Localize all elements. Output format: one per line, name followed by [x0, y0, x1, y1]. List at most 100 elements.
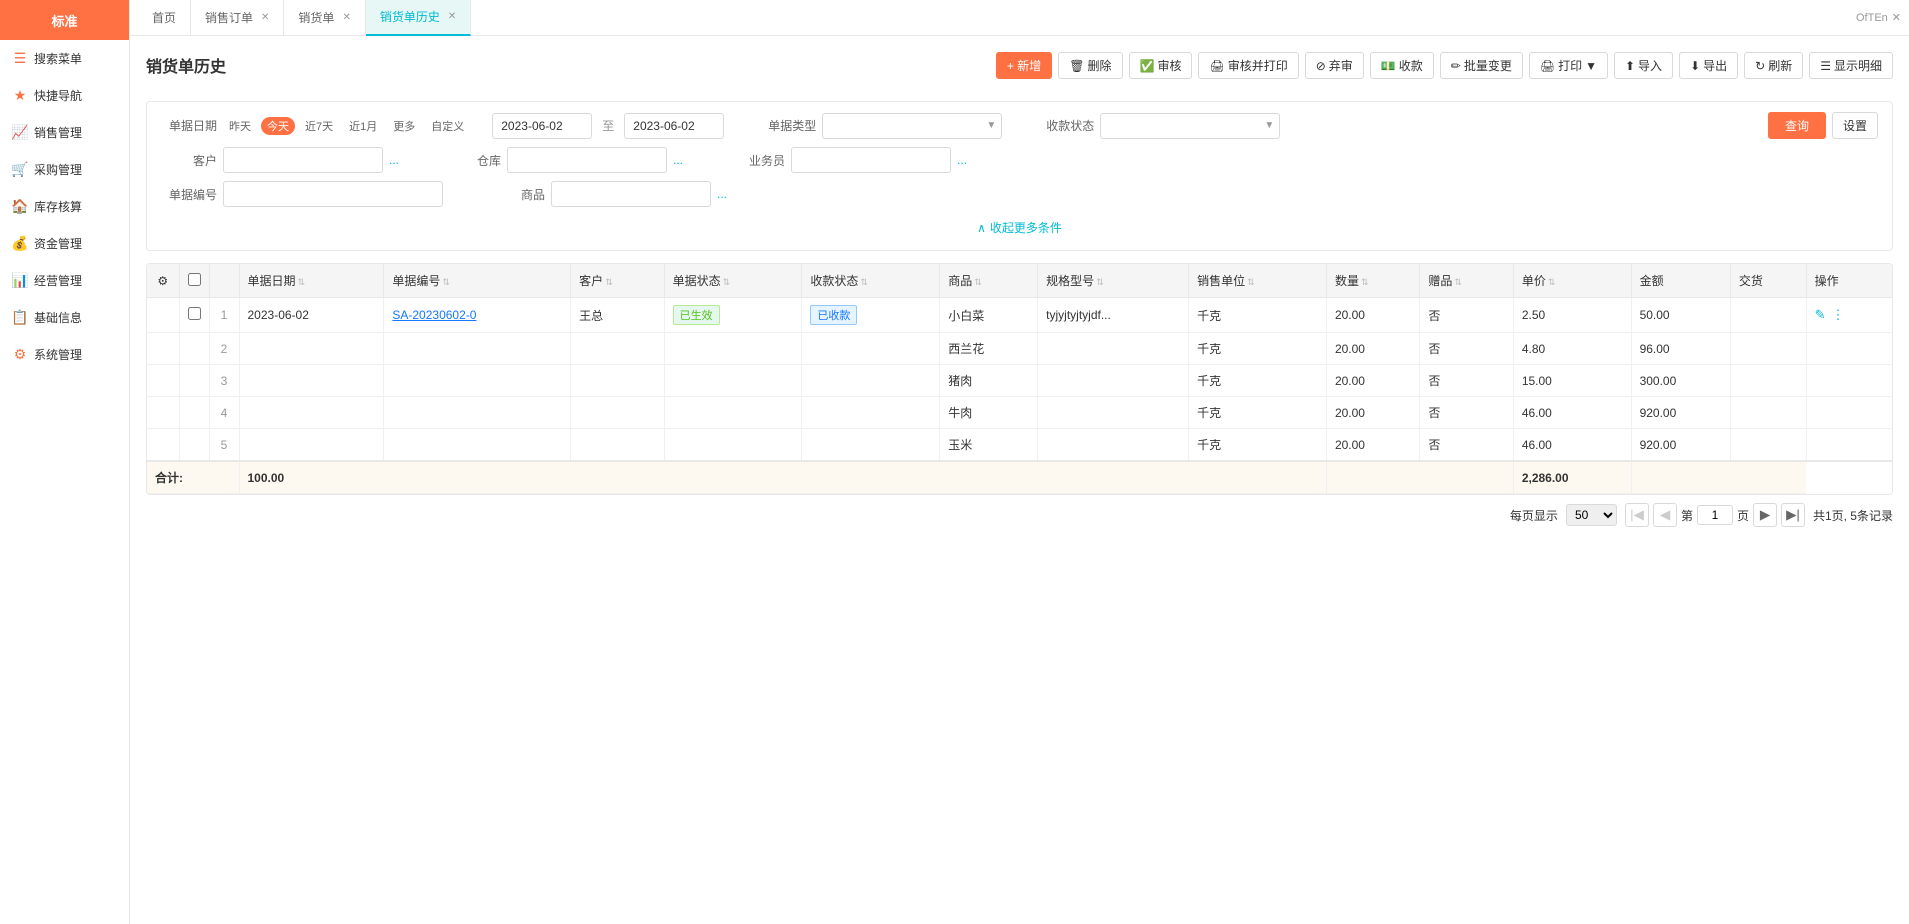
collect-label: 收款: [1399, 57, 1423, 74]
tab-sales-order[interactable]: 销售订单 ✕: [191, 0, 284, 36]
print-button[interactable]: 🖨 打印 ▼: [1529, 52, 1608, 79]
row-check-3[interactable]: [179, 365, 209, 397]
total-end: [1631, 461, 1806, 494]
date-btn-7days[interactable]: 近7天: [299, 117, 339, 135]
col-doc-no[interactable]: 单据编号⇅: [384, 264, 571, 298]
tab-sales-history-close[interactable]: ✕: [448, 11, 456, 22]
sidebar-item-inventory[interactable]: 🏠 库存核算: [0, 188, 129, 225]
batch-change-button[interactable]: ✏ 批量变更: [1440, 52, 1523, 79]
date-btn-yesterday[interactable]: 昨天: [223, 117, 257, 135]
doc-no-link-1[interactable]: SA-20230602-0: [392, 308, 476, 322]
page-input[interactable]: [1697, 505, 1733, 525]
tab-sales-goods[interactable]: 销货单 ✕: [284, 0, 365, 36]
batch-change-label: 批量变更: [1464, 57, 1512, 74]
customer-input[interactable]: [223, 147, 383, 173]
filter-row-3: 单据编号 商品 ...: [161, 181, 1878, 207]
col-qty[interactable]: 数量⇅: [1326, 264, 1419, 298]
col-doc-date[interactable]: 单据日期⇅: [239, 264, 384, 298]
sidebar-item-finance-mgmt[interactable]: 💰 资金管理: [0, 225, 129, 262]
sidebar-item-purchase-mgmt[interactable]: 🛒 采购管理: [0, 151, 129, 188]
row-check-5[interactable]: [179, 429, 209, 462]
settings-button[interactable]: 设置: [1832, 112, 1878, 139]
row-check-2[interactable]: [179, 333, 209, 365]
collect-button[interactable]: 💵 收款: [1370, 52, 1434, 79]
select-all-checkbox[interactable]: [188, 273, 201, 286]
abandon-button[interactable]: ⊘ 弃审: [1305, 52, 1364, 79]
date-from-input[interactable]: [492, 113, 592, 139]
goods-input[interactable]: [551, 181, 711, 207]
date-to-input[interactable]: [624, 113, 724, 139]
sidebar-item-sales-mgmt[interactable]: 📈 销售管理: [0, 114, 129, 151]
col-customer[interactable]: 客户⇅: [571, 264, 664, 298]
col-price[interactable]: 单价⇅: [1513, 264, 1631, 298]
warehouse-ellipsis[interactable]: ...: [673, 153, 683, 167]
page-next-btn[interactable]: ▶: [1753, 503, 1777, 527]
row-transaction-5: [1730, 429, 1806, 462]
date-btn-more[interactable]: 更多: [387, 117, 421, 135]
review-icon: ✅: [1140, 59, 1155, 73]
tab-home[interactable]: 首页: [138, 0, 191, 36]
doc-no-input[interactable]: [223, 181, 443, 207]
delete-button[interactable]: 🗑 删除: [1058, 52, 1122, 79]
row-qty-5: 20.00: [1326, 429, 1419, 462]
col-spec[interactable]: 规格型号⇅: [1038, 264, 1189, 298]
sidebar-item-quick-nav[interactable]: ★ 快捷导航: [0, 77, 129, 114]
show-detail-button[interactable]: ☰ 显示明细: [1809, 52, 1893, 79]
warehouse-input[interactable]: [507, 147, 667, 173]
date-btn-custom[interactable]: 自定义: [425, 117, 470, 135]
customer-ellipsis[interactable]: ...: [389, 153, 399, 167]
row-checkbox-1[interactable]: [188, 307, 201, 320]
staff-input[interactable]: [791, 147, 951, 173]
row-customer-2: [571, 333, 664, 365]
per-page-select[interactable]: 50 100: [1566, 504, 1617, 526]
col-unit[interactable]: 销售单位⇅: [1189, 264, 1327, 298]
tab-sales-order-close[interactable]: ✕: [261, 12, 269, 23]
col-settings[interactable]: ⚙: [147, 264, 179, 298]
payment-status-select[interactable]: [1100, 113, 1280, 139]
sidebar-item-system-mgmt[interactable]: ⚙ 系统管理: [0, 336, 129, 373]
page-first-btn[interactable]: |◀: [1625, 503, 1649, 527]
row-goods-1: 小白菜: [940, 298, 1038, 333]
import-button[interactable]: ⬆ 导入: [1614, 52, 1673, 79]
col-gift[interactable]: 赠品⇅: [1420, 264, 1513, 298]
row-doc-no-1[interactable]: SA-20230602-0: [384, 298, 571, 333]
sidebar-item-operations-mgmt[interactable]: 📊 经营管理: [0, 262, 129, 299]
collapse-label: 收起更多条件: [990, 219, 1062, 236]
print-label: 打印: [1558, 57, 1582, 74]
review-print-button[interactable]: 🖨 审核并打印: [1198, 52, 1298, 79]
window-close-btn[interactable]: ✕: [1892, 11, 1901, 24]
staff-ellipsis[interactable]: ...: [957, 153, 967, 167]
new-button[interactable]: + 新增: [996, 52, 1052, 79]
sort-icon-payment: ⇅: [860, 277, 868, 287]
page-nav: |◀ ◀ 第 页 ▶ ▶|: [1625, 503, 1805, 527]
row-check-4[interactable]: [179, 397, 209, 429]
col-goods[interactable]: 商品⇅: [940, 264, 1038, 298]
table-scroll[interactable]: ⚙ 单据日期⇅ 单据编号⇅ 客户⇅ 单据状态⇅ 收款状态⇅ 商品⇅ 规格型号⇅ …: [147, 264, 1892, 494]
page-last-btn[interactable]: ▶|: [1781, 503, 1805, 527]
col-doc-status[interactable]: 单据状态⇅: [664, 264, 802, 298]
date-btn-today[interactable]: 今天: [261, 117, 295, 135]
row-check[interactable]: [179, 298, 209, 333]
refresh-button[interactable]: ↻ 刷新: [1744, 52, 1803, 79]
row-payment-status-3: [802, 365, 940, 397]
tab-sales-history[interactable]: 销货单历史 ✕: [366, 0, 471, 36]
col-check[interactable]: [179, 264, 209, 298]
often-label: OfTEn: [1856, 12, 1888, 24]
collapse-button[interactable]: ∧ 收起更多条件: [161, 215, 1878, 240]
export-button[interactable]: ⬇ 导出: [1679, 52, 1738, 79]
query-button[interactable]: 查询: [1768, 112, 1826, 139]
sidebar: 标准 ☰ 搜索菜单 ★ 快捷导航 📈 销售管理 🛒 采购管理 🏠 库存核算 💰 …: [0, 0, 130, 924]
review-button[interactable]: ✅ 审核: [1129, 52, 1193, 79]
sidebar-item-search-menu[interactable]: ☰ 搜索菜单: [0, 40, 129, 77]
doc-type-select[interactable]: [822, 113, 1002, 139]
goods-ellipsis[interactable]: ...: [717, 187, 727, 201]
sort-icon-docstatus: ⇅: [723, 277, 731, 287]
more-icon-1[interactable]: ⋮: [1832, 307, 1845, 323]
date-btn-1month[interactable]: 近1月: [343, 117, 383, 135]
col-payment-status[interactable]: 收款状态⇅: [802, 264, 940, 298]
edit-icon-1[interactable]: ✎: [1815, 307, 1826, 323]
tab-sales-goods-close[interactable]: ✕: [342, 12, 350, 23]
page-prev-btn[interactable]: ◀: [1653, 503, 1677, 527]
filter-doc-type: 单据类型 ▼: [760, 113, 1002, 139]
sidebar-item-basic-info[interactable]: 📋 基础信息: [0, 299, 129, 336]
